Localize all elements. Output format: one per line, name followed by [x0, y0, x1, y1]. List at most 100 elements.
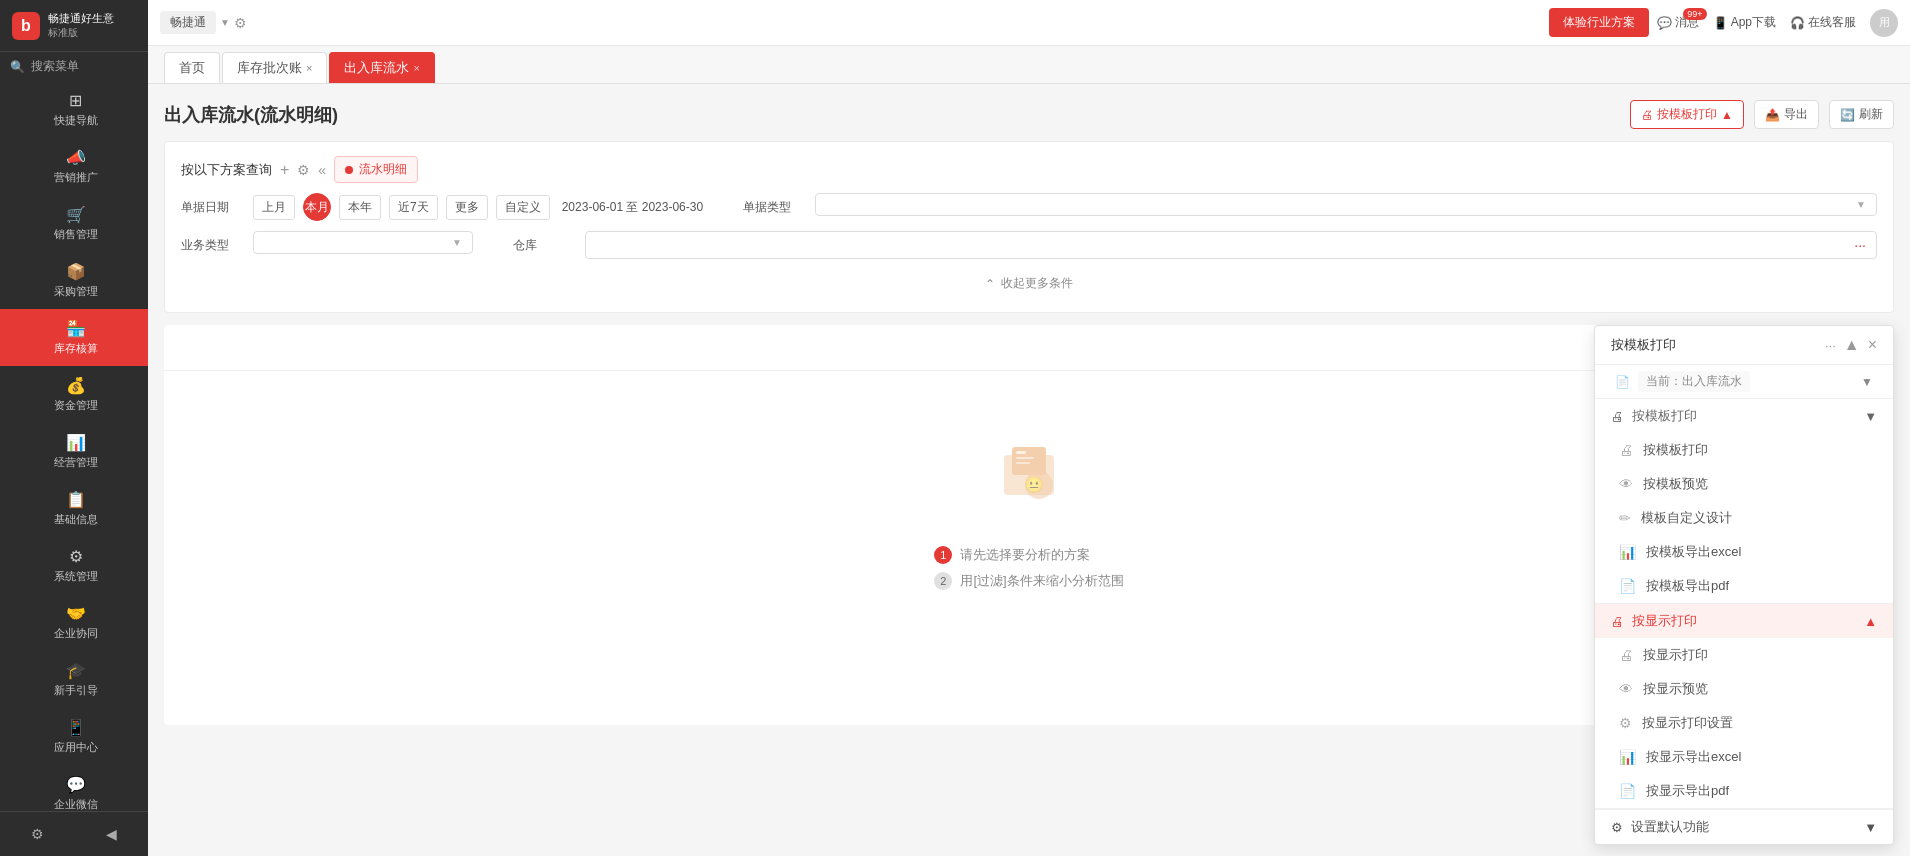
sidebar-item-sales[interactable]: 🛒 销售管理: [0, 195, 148, 252]
content-wrapper: 查询 设置 😐: [164, 325, 1894, 725]
template-export-pdf-item[interactable]: 📄 按模板导出pdf: [1595, 569, 1893, 603]
footer-arrow-icon: ▼: [1864, 820, 1877, 835]
template-print-header[interactable]: 🖨 按模板打印 ▼: [1595, 399, 1893, 433]
date-btn-7days[interactable]: 近7天: [389, 195, 438, 220]
export-icon: 📤: [1765, 108, 1780, 122]
dropdown-title: 按模板打印: [1611, 336, 1676, 354]
refresh-button[interactable]: 🔄 刷新: [1829, 100, 1894, 129]
basic-icon: 📋: [66, 490, 86, 509]
date-btn-more[interactable]: 更多: [446, 195, 488, 220]
workspace-selector: 畅捷通 ▼ ⚙: [160, 11, 1541, 34]
date-btn-this-year[interactable]: 本年: [339, 195, 381, 220]
display-section-label: 按显示打印: [1632, 612, 1697, 630]
display-export-pdf-item[interactable]: 📄 按显示导出pdf: [1595, 774, 1893, 808]
workspace-name[interactable]: 畅捷通: [160, 11, 216, 34]
template-section-arrow-icon: ▼: [1864, 409, 1877, 424]
template-preview-item[interactable]: 👁 按模板预览: [1595, 467, 1893, 501]
voucher-type-arrow-icon: ▼: [1856, 199, 1866, 210]
display-section-arrow-icon: ▲: [1864, 614, 1877, 629]
preview-item-icon: 👁: [1619, 476, 1633, 492]
tab-batch-account-close[interactable]: ×: [306, 62, 312, 74]
dropdown-footer[interactable]: ⚙ 设置默认功能 ▼: [1595, 809, 1893, 844]
filter-chip-dot: [345, 166, 353, 174]
template-section-label: 按模板打印: [1632, 407, 1697, 425]
filter-settings-icon[interactable]: ⚙: [297, 162, 310, 178]
workspace-dropdown-icon[interactable]: ▼: [220, 17, 230, 28]
filter-collapse-icon[interactable]: «: [318, 162, 326, 178]
tab-inout-flow-close[interactable]: ×: [413, 62, 419, 74]
business-type-select[interactable]: ▼: [253, 231, 473, 254]
minimize-panel-button[interactable]: ▲: [1844, 336, 1860, 354]
sidebar-settings-button[interactable]: ⚙: [27, 822, 48, 846]
trial-button[interactable]: 体验行业方案: [1549, 8, 1649, 37]
sidebar-collapse-button[interactable]: ◀: [102, 822, 121, 846]
sidebar-item-purchase[interactable]: 📦 采购管理: [0, 252, 148, 309]
dropdown-header-actions: ··· ▲ ×: [1825, 336, 1877, 354]
current-icon: 📄: [1615, 375, 1630, 389]
template-print-item[interactable]: 🖨 按模板打印: [1595, 433, 1893, 467]
search-menu[interactable]: 🔍 搜索菜单: [0, 52, 148, 81]
svg-rect-4: [1016, 462, 1030, 464]
inventory-icon: 🏪: [66, 319, 86, 338]
display-export-excel-item[interactable]: 📊 按显示导出excel: [1595, 740, 1893, 774]
page-actions: 🖨 按模板打印 ▲ 📤 导出 🔄 刷新: [1630, 100, 1894, 129]
sidebar-item-label: 营销推广: [54, 170, 98, 185]
sidebar-item-operations[interactable]: 📊 经营管理: [0, 423, 148, 480]
online-service-button[interactable]: 🎧 在线客服: [1790, 14, 1856, 31]
svg-text:😐: 😐: [1024, 475, 1044, 494]
collapse-button[interactable]: ⌃ 收起更多条件: [181, 269, 1877, 298]
message-button[interactable]: 💬 消息 99+: [1657, 14, 1699, 31]
template-custom-item[interactable]: ✏ 模板自定义设计: [1595, 501, 1893, 535]
main-wrapper: 畅捷通 ▼ ⚙ 体验行业方案 💬 消息 99+ 📱 App下载 🎧 在线客服 用: [148, 0, 1910, 856]
filter-chip-label: 流水明细: [359, 161, 407, 178]
sidebar-item-finance[interactable]: 💰 资金管理: [0, 366, 148, 423]
display-preview-item[interactable]: 👁 按显示预览: [1595, 672, 1893, 706]
date-btn-last-month[interactable]: 上月: [253, 195, 295, 220]
sidebar-item-enterprise[interactable]: 🤝 企业协同: [0, 594, 148, 651]
sidebar-item-marketing[interactable]: 📣 营销推广: [0, 138, 148, 195]
sidebar-item-label: 库存核算: [54, 341, 98, 356]
warehouse-select[interactable]: ···: [585, 231, 1877, 259]
template-print-label: 按模板打印: [1643, 441, 1708, 459]
search-label: 搜索菜单: [31, 58, 79, 75]
tab-batch-account[interactable]: 库存批次账 ×: [222, 52, 327, 83]
collapse-label: 收起更多条件: [1001, 275, 1073, 292]
filter-section-title: 按以下方案查询: [181, 161, 272, 179]
sales-icon: 🛒: [66, 205, 86, 224]
filter-business-row: 业务类型 ▼ 仓库 ···: [181, 231, 1877, 259]
voucher-type-select[interactable]: ▼: [815, 193, 1877, 216]
sidebar-item-system[interactable]: ⚙ 系统管理: [0, 537, 148, 594]
print-chevron-up-icon: ▲: [1721, 108, 1733, 122]
template-export-excel-label: 按模板导出excel: [1646, 543, 1741, 561]
date-btn-custom[interactable]: 自定义: [496, 195, 550, 220]
page-title: 出入库流水(流水明细): [164, 103, 338, 127]
dropdown-more-icon[interactable]: ···: [1825, 338, 1836, 353]
close-panel-button[interactable]: ×: [1868, 336, 1877, 354]
avatar[interactable]: 用: [1870, 9, 1898, 37]
warehouse-more-icon[interactable]: ···: [1854, 237, 1866, 253]
sidebar-item-inventory[interactable]: 🏪 库存核算: [0, 309, 148, 366]
display-print-header[interactable]: 🖨 按显示打印 ▲: [1595, 604, 1893, 638]
date-btn-this-month[interactable]: 本月: [303, 193, 331, 221]
sidebar-item-guide[interactable]: 🎓 新手引导: [0, 651, 148, 708]
sidebar-item-apps[interactable]: 📱 应用中心: [0, 708, 148, 765]
print-icon: 🖨: [1641, 108, 1653, 122]
tab-home[interactable]: 首页: [164, 52, 220, 83]
display-export-excel-label: 按显示导出excel: [1646, 748, 1741, 766]
sidebar-item-label: 销售管理: [54, 227, 98, 242]
workspace-gear-icon[interactable]: ⚙: [234, 15, 247, 31]
sidebar-item-basic[interactable]: 📋 基础信息: [0, 480, 148, 537]
filter-add-button[interactable]: +: [280, 161, 289, 179]
display-print-item[interactable]: 🖨 按显示打印: [1595, 638, 1893, 672]
sidebar-item-wechat[interactable]: 💬 企业微信: [0, 765, 148, 811]
refresh-icon: 🔄: [1840, 108, 1855, 122]
display-print-settings-item[interactable]: ⚙ 按显示打印设置: [1595, 706, 1893, 740]
app-download-button[interactable]: 📱 App下载: [1713, 14, 1776, 31]
template-export-excel-item[interactable]: 📊 按模板导出excel: [1595, 535, 1893, 569]
sidebar-bottom: ⚙ ◀: [0, 811, 148, 856]
tab-inout-flow[interactable]: 出入库流水 ×: [329, 52, 434, 83]
export-button[interactable]: 📤 导出: [1754, 100, 1819, 129]
display-preview-label: 按显示预览: [1643, 680, 1708, 698]
print-template-button[interactable]: 🖨 按模板打印 ▲: [1630, 100, 1744, 129]
sidebar-item-quick-nav[interactable]: ⊞ 快捷导航: [0, 81, 148, 138]
